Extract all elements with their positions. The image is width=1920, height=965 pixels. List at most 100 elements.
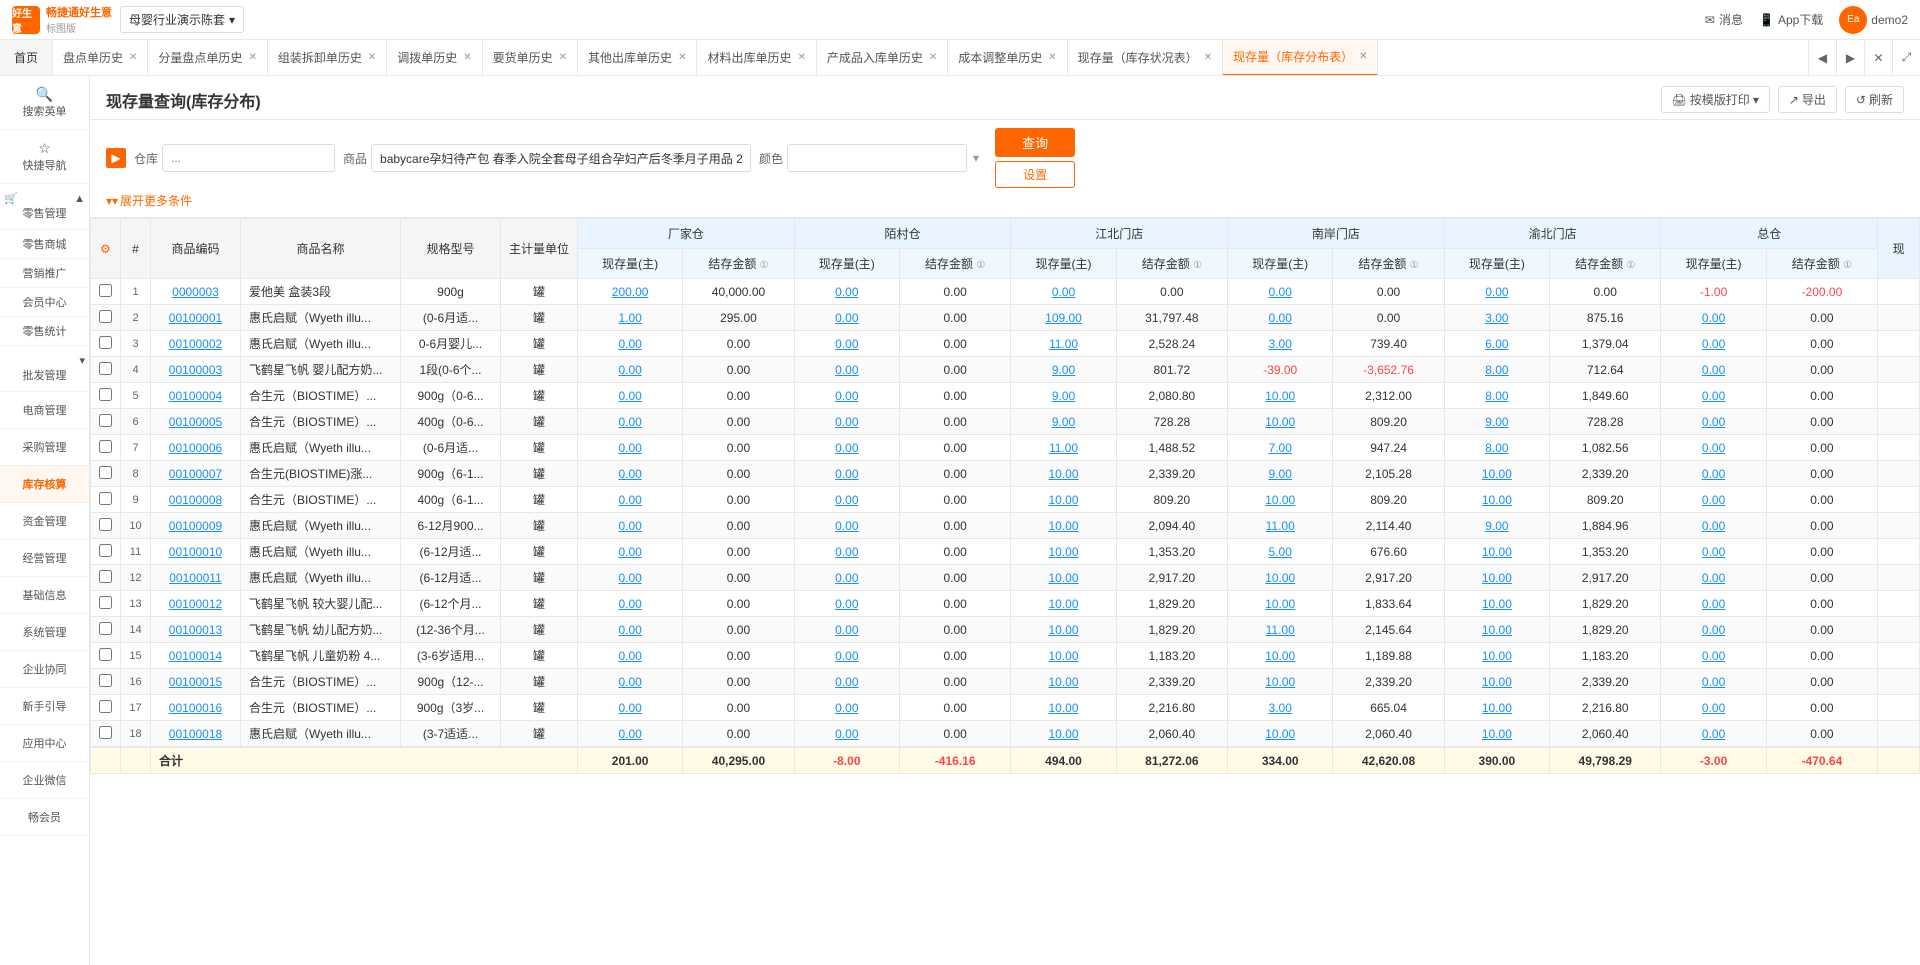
tab-close-icon[interactable]: ✕ (463, 52, 471, 63)
tab-chengben[interactable]: 成本调整单历史 ✕ (948, 40, 1067, 76)
row-namd-qty[interactable]: 10.00 (1228, 643, 1333, 669)
row-checkbox[interactable] (91, 279, 121, 305)
row-code[interactable]: 00100015 (151, 669, 241, 695)
row-ckj-qty[interactable]: 0.00 (578, 617, 683, 643)
row-code[interactable]: 00100018 (151, 721, 241, 748)
row-namd-qty[interactable]: -39.00 (1228, 357, 1333, 383)
row-ckj-qty[interactable]: 200.00 (578, 279, 683, 305)
row-code[interactable]: 00100013 (151, 617, 241, 643)
row-zc-qty[interactable]: 0.00 (1661, 565, 1766, 591)
row-checkbox[interactable] (91, 383, 121, 409)
row-ybmd-qty[interactable]: 10.00 (1444, 643, 1549, 669)
row-zc-qty[interactable]: 0.00 (1661, 695, 1766, 721)
row-code[interactable]: 00100007 (151, 461, 241, 487)
row-namd-qty[interactable]: 11.00 (1228, 617, 1333, 643)
info-icon[interactable]: ① (976, 260, 985, 271)
row-ckj-qty[interactable]: 0.00 (578, 591, 683, 617)
row-mcc-qty[interactable]: 0.00 (794, 721, 899, 748)
row-namd-qty[interactable]: 3.00 (1228, 331, 1333, 357)
row-code[interactable]: 00100005 (151, 409, 241, 435)
info-icon[interactable]: ① (1410, 260, 1419, 271)
row-mcc-qty[interactable]: 0.00 (794, 617, 899, 643)
row-checkbox[interactable] (91, 357, 121, 383)
row-ckj-qty[interactable]: 0.00 (578, 461, 683, 487)
info-icon[interactable]: ① (1193, 260, 1202, 271)
row-checkbox[interactable] (91, 591, 121, 617)
row-ckj-qty[interactable]: 0.00 (578, 669, 683, 695)
row-namd-qty[interactable]: 10.00 (1228, 409, 1333, 435)
row-jbmd-qty[interactable]: 10.00 (1011, 539, 1116, 565)
row-namd-qty[interactable]: 10.00 (1228, 487, 1333, 513)
row-mcc-qty[interactable]: 0.00 (794, 331, 899, 357)
row-namd-qty[interactable]: 11.00 (1228, 513, 1333, 539)
row-jbmd-qty[interactable]: 9.00 (1011, 383, 1116, 409)
row-code[interactable]: 00100016 (151, 695, 241, 721)
row-checkbox[interactable] (91, 409, 121, 435)
row-ybmd-qty[interactable]: 10.00 (1444, 617, 1549, 643)
row-mcc-qty[interactable]: 0.00 (794, 305, 899, 331)
row-namd-qty[interactable]: 10.00 (1228, 721, 1333, 748)
sidebar-item-search[interactable]: 🔍 搜索英单 (0, 76, 89, 130)
row-mcc-qty[interactable]: 0.00 (794, 539, 899, 565)
row-ckj-qty[interactable]: 0.00 (578, 643, 683, 669)
row-namd-qty[interactable]: 10.00 (1228, 669, 1333, 695)
row-mcc-qty[interactable]: 0.00 (794, 695, 899, 721)
sidebar-item-basic[interactable]: 基础信息 (0, 577, 89, 614)
message-btn[interactable]: ✉ 消息 (1705, 11, 1743, 28)
row-jbmd-qty[interactable]: 9.00 (1011, 357, 1116, 383)
tab-home[interactable]: 首页 (0, 40, 53, 76)
sidebar-item-retail-stats[interactable]: 零售统计 (0, 317, 89, 346)
row-zc-qty[interactable]: 0.00 (1661, 513, 1766, 539)
info-icon[interactable]: ① (760, 260, 769, 271)
row-mcc-qty[interactable]: 0.00 (794, 409, 899, 435)
user-menu[interactable]: Ea demo2 (1839, 6, 1908, 34)
row-code[interactable]: 00100004 (151, 383, 241, 409)
row-zc-qty[interactable]: 0.00 (1661, 591, 1766, 617)
row-mcc-qty[interactable]: 0.00 (794, 461, 899, 487)
row-code[interactable]: 00100006 (151, 435, 241, 461)
row-ckj-qty[interactable]: 0.00 (578, 435, 683, 461)
row-mcc-qty[interactable]: 0.00 (794, 591, 899, 617)
row-ybmd-qty[interactable]: 10.00 (1444, 695, 1549, 721)
row-jbmd-qty[interactable]: 11.00 (1011, 331, 1116, 357)
row-zc-qty[interactable]: 0.00 (1661, 357, 1766, 383)
tab-close-icon[interactable]: ✕ (1359, 51, 1367, 62)
refresh-btn[interactable]: ↺ 刷新 (1845, 86, 1904, 113)
row-jbmd-qty[interactable]: 10.00 (1011, 461, 1116, 487)
row-mcc-qty[interactable]: 0.00 (794, 357, 899, 383)
tab-close-icon[interactable]: ✕ (929, 52, 937, 63)
row-ybmd-qty[interactable]: 8.00 (1444, 357, 1549, 383)
sidebar-item-member[interactable]: 会员中心 (0, 288, 89, 317)
row-zc-qty[interactable]: -1.00 (1661, 279, 1766, 305)
row-code[interactable]: 00100010 (151, 539, 241, 565)
row-mcc-qty[interactable]: 0.00 (794, 669, 899, 695)
row-code[interactable]: 0000003 (151, 279, 241, 305)
row-code[interactable]: 00100009 (151, 513, 241, 539)
row-jbmd-qty[interactable]: 10.00 (1011, 721, 1116, 748)
query-btn[interactable]: 查询 (995, 128, 1075, 157)
tab-diaobolan[interactable]: 调拨单历史 ✕ (387, 40, 482, 76)
row-zc-qty[interactable]: 0.00 (1661, 461, 1766, 487)
row-checkbox[interactable] (91, 435, 121, 461)
row-jbmd-qty[interactable]: 10.00 (1011, 617, 1116, 643)
tab-close-icon[interactable]: ✕ (129, 52, 137, 63)
row-namd-qty[interactable]: 0.00 (1228, 305, 1333, 331)
row-code[interactable]: 00100012 (151, 591, 241, 617)
row-jbmd-qty[interactable]: 10.00 (1011, 487, 1116, 513)
row-checkbox[interactable] (91, 617, 121, 643)
collapse-btn[interactable]: ▶ (106, 148, 126, 168)
tab-fenpandian[interactable]: 分量盘点单历史 ✕ (148, 40, 267, 76)
row-ckj-qty[interactable]: 0.00 (578, 383, 683, 409)
tab-xiancunliangfenbiao[interactable]: 现存量（库存分布表） ✕ (1223, 40, 1378, 76)
row-ybmd-qty[interactable]: 9.00 (1444, 513, 1549, 539)
row-zc-qty[interactable]: 0.00 (1661, 539, 1766, 565)
row-zc-qty[interactable]: 0.00 (1661, 617, 1766, 643)
row-code[interactable]: 00100002 (151, 331, 241, 357)
row-ybmd-qty[interactable]: 10.00 (1444, 539, 1549, 565)
row-checkbox[interactable] (91, 565, 121, 591)
sidebar-item-inventory[interactable]: 库存核算 (0, 466, 89, 503)
row-zc-qty[interactable]: 0.00 (1661, 721, 1766, 748)
sidebar-item-apps[interactable]: 应用中心 (0, 725, 89, 762)
tab-next-btn[interactable]: ▶ (1836, 40, 1864, 76)
row-zc-qty[interactable]: 0.00 (1661, 305, 1766, 331)
